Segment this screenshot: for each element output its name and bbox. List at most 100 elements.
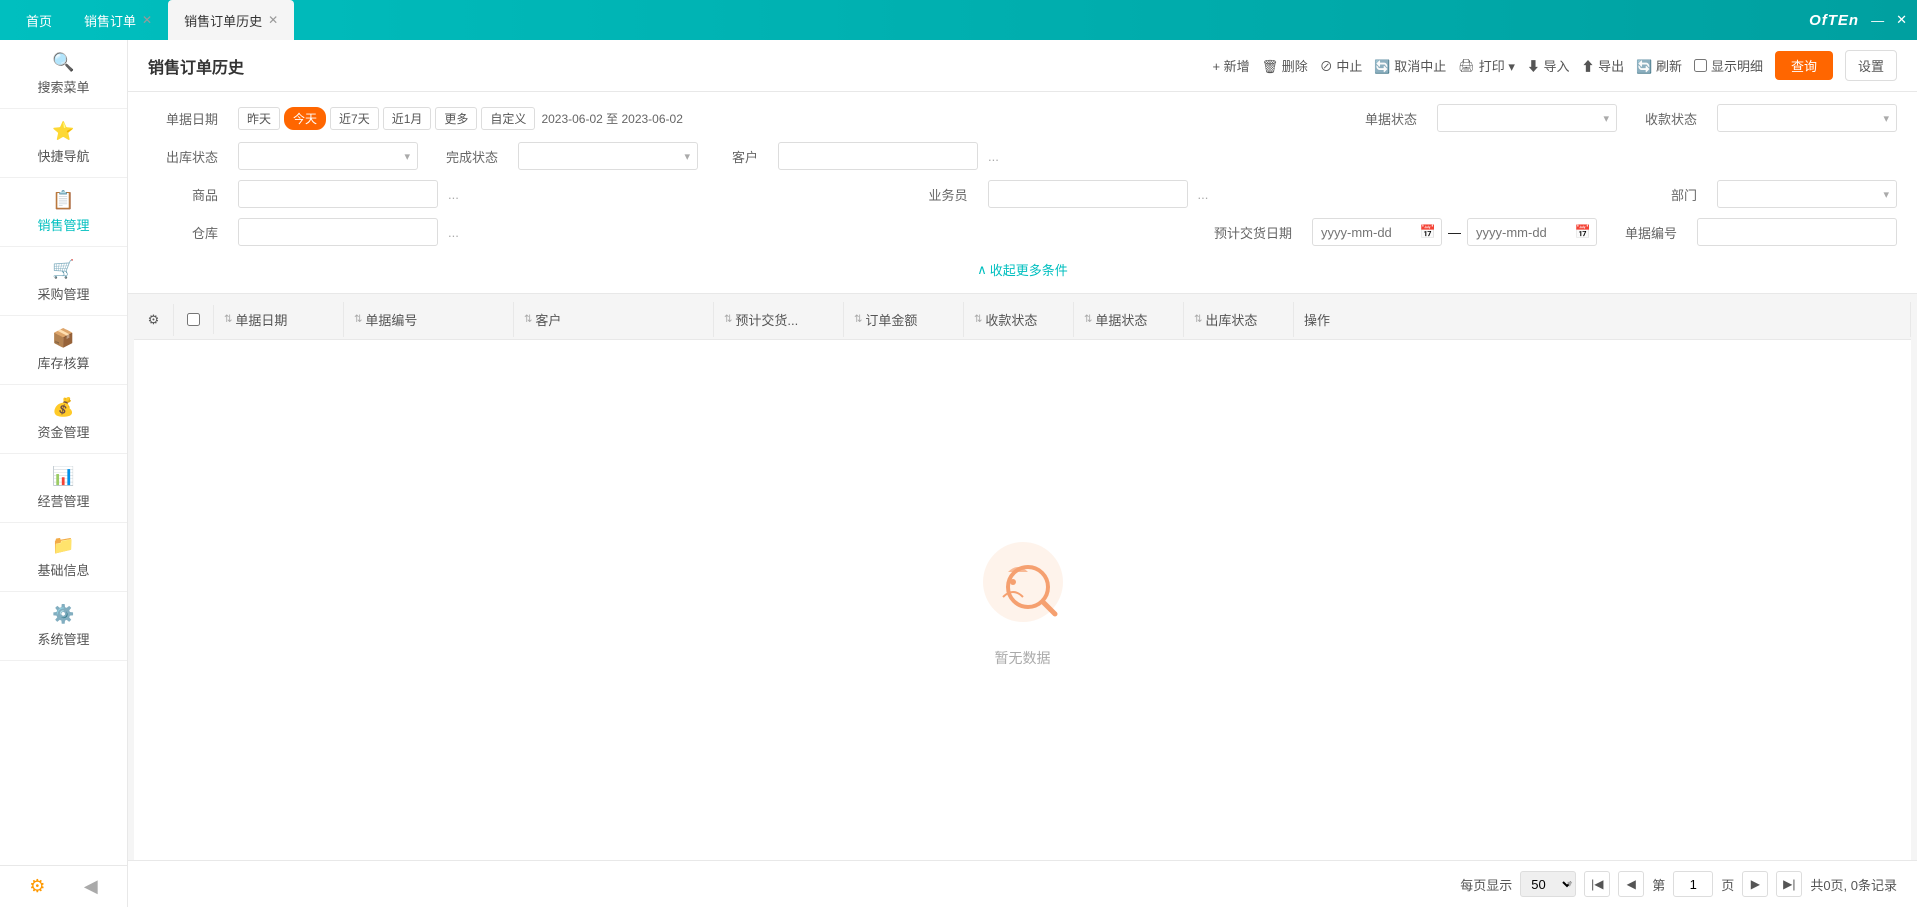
sidebar-item-purchase-mgmt[interactable]: 🛒 采购管理 — [0, 247, 127, 316]
dept-label: 部门 — [1657, 185, 1697, 204]
th-check[interactable] — [174, 305, 214, 334]
salesperson-input[interactable] — [988, 180, 1188, 208]
stop-button[interactable]: ⊘ 中止 — [1320, 56, 1363, 75]
sidebar-settings-icon[interactable]: ⚙ — [29, 876, 45, 897]
tab-home[interactable]: 首页 — [10, 0, 68, 40]
main-layout: 🔍 搜索菜单 ⭐ 快捷导航 📋 销售管理 🛒 采购管理 📦 库存核算 💰 资金管… — [0, 40, 1917, 907]
print-button[interactable]: 🖨 🖨 打印 打印 ▾ — [1458, 56, 1515, 75]
page-size-label: 每页显示 — [1460, 875, 1512, 894]
tab-sales-order[interactable]: 销售订单 ✕ — [68, 0, 168, 40]
collapse-btn[interactable]: ∧ 收起更多条件 — [977, 260, 1068, 279]
page-first-btn[interactable]: |◀ — [1584, 871, 1610, 897]
collapse-label: 收起更多条件 — [990, 260, 1068, 279]
th-date: ⇅ 单据日期 — [214, 302, 344, 337]
delivery-date-range: 📅 — 📅 — [1312, 218, 1597, 246]
order-status-select[interactable] — [1437, 104, 1617, 132]
warehouse-more-btn[interactable]: ... — [444, 225, 463, 240]
sidebar-bottom: ⚙ ◀ — [0, 865, 127, 907]
sidebar: 🔍 搜索菜单 ⭐ 快捷导航 📋 销售管理 🛒 采购管理 📦 库存核算 💰 资金管… — [0, 40, 128, 907]
date-more-btn[interactable]: 更多 — [435, 107, 477, 130]
dept-select[interactable] — [1717, 180, 1897, 208]
page-next-btn[interactable]: ▶ — [1742, 871, 1768, 897]
export-button[interactable]: ⬆ 导出 — [1582, 56, 1625, 75]
settings-button[interactable]: 设置 — [1845, 50, 1897, 81]
window-minimize[interactable]: — — [1871, 13, 1884, 28]
page-prev-btn[interactable]: ◀ — [1618, 871, 1644, 897]
sidebar-item-inventory-calc[interactable]: 📦 库存核算 — [0, 316, 127, 385]
salesperson-more-btn[interactable]: ... — [1194, 187, 1213, 202]
date-last7-btn[interactable]: 近7天 — [330, 107, 379, 130]
sort-icon-outstatus[interactable]: ⇅ — [1194, 314, 1202, 325]
cancel-stop-button[interactable]: 🔄 取消中止 — [1374, 56, 1446, 75]
tab-sales-history-close[interactable]: ✕ — [268, 13, 278, 27]
empty-text: 暂无数据 — [995, 648, 1051, 668]
sort-icon-delivery[interactable]: ⇅ — [724, 314, 732, 325]
page-unit: 页 — [1721, 875, 1734, 894]
delivery-start-wrap: 📅 — [1312, 218, 1442, 246]
sidebar-item-finance-mgmt[interactable]: 💰 资金管理 — [0, 385, 127, 454]
page-header: 销售订单历史 + 新增 🗑 删除 ⊘ 中止 🔄 取消中止 🖨 🖨 打印 打印 ▾… — [128, 40, 1917, 92]
empty-illustration — [973, 532, 1073, 632]
sidebar-item-search-menu[interactable]: 🔍 搜索菜单 — [0, 40, 127, 109]
new-button[interactable]: + 新增 — [1212, 56, 1249, 75]
import-button[interactable]: ⬇ 导入 — [1527, 56, 1570, 75]
th-num-label: 单据编号 — [365, 310, 417, 329]
delivery-start-input[interactable] — [1312, 218, 1442, 246]
sidebar-item-sales-mgmt[interactable]: 📋 销售管理 — [0, 178, 127, 247]
total-label: 共0页, 0条记录 — [1810, 875, 1897, 894]
tab-sales-history[interactable]: 销售订单历史 ✕ — [168, 0, 294, 40]
th-gear[interactable]: ⚙ — [134, 304, 174, 336]
sort-icon-payment[interactable]: ⇅ — [974, 314, 982, 325]
dept-wrapper: ▾ — [1717, 180, 1897, 208]
sidebar-item-ops-mgmt[interactable]: 📊 经营管理 — [0, 454, 127, 523]
refresh-button[interactable]: 🔄 刷新 — [1636, 56, 1682, 75]
sidebar-collapse-icon[interactable]: ◀ — [84, 876, 98, 897]
date-today-btn[interactable]: 今天 — [284, 107, 326, 130]
sort-icon-amount[interactable]: ⇅ — [854, 314, 862, 325]
customer-more-btn[interactable]: ... — [984, 149, 1003, 164]
page-num-input[interactable] — [1673, 871, 1713, 897]
payment-status-select[interactable] — [1717, 104, 1897, 132]
date-custom-btn[interactable]: 自定义 — [481, 107, 535, 130]
inventory-calc-icon: 📦 — [52, 328, 74, 349]
delivery-end-input[interactable] — [1467, 218, 1597, 246]
toolbar: + 新增 🗑 删除 ⊘ 中止 🔄 取消中止 🖨 🖨 打印 打印 ▾ ⬇ 导入 ⬆… — [1212, 50, 1897, 81]
query-button[interactable]: 查询 — [1775, 51, 1833, 80]
date-yesterday-btn[interactable]: 昨天 — [238, 107, 280, 130]
collapse-row: ∧ 收起更多条件 — [148, 256, 1897, 281]
sort-icon-num[interactable]: ⇅ — [354, 314, 362, 325]
sort-icon-customer[interactable]: ⇅ — [524, 314, 532, 325]
sidebar-item-quick-nav[interactable]: ⭐ 快捷导航 — [0, 109, 127, 178]
date-separator: — — [1448, 225, 1461, 240]
tab-sales-order-close[interactable]: ✕ — [142, 13, 152, 27]
goods-input[interactable] — [238, 180, 438, 208]
goods-more-btn[interactable]: ... — [444, 187, 463, 202]
delete-button[interactable]: 🗑 删除 — [1262, 56, 1308, 75]
empty-state: 暂无数据 — [134, 340, 1911, 860]
sort-icon-date[interactable]: ⇅ — [224, 314, 232, 325]
sidebar-item-sys-mgmt[interactable]: ⚙️ 系统管理 — [0, 592, 127, 661]
th-outstatus: ⇅ 出库状态 — [1184, 302, 1294, 337]
show-detail-checkbox[interactable]: 显示明细 — [1694, 56, 1763, 75]
show-detail-input[interactable] — [1694, 59, 1707, 72]
th-status: ⇅ 单据状态 — [1074, 302, 1184, 337]
complete-status-label: 完成状态 — [438, 147, 498, 166]
window-close[interactable]: ✕ — [1896, 12, 1907, 28]
sort-icon-status[interactable]: ⇅ — [1084, 314, 1092, 325]
sidebar-item-basic-info[interactable]: 📁 基础信息 — [0, 523, 127, 592]
search-menu-icon: 🔍 — [52, 52, 74, 73]
page-last-btn[interactable]: ▶| — [1776, 871, 1802, 897]
date-last1m-btn[interactable]: 近1月 — [383, 107, 432, 130]
warehouse-input[interactable] — [238, 218, 438, 246]
check-all-input[interactable] — [187, 313, 200, 326]
payment-status-label: 收款状态 — [1637, 109, 1697, 128]
customer-input[interactable] — [778, 142, 978, 170]
salesperson-label: 业务员 — [908, 185, 968, 204]
page-size-select[interactable]: 10 20 50 100 — [1520, 871, 1576, 897]
order-num-input[interactable] — [1697, 218, 1897, 246]
filter-row-1: 单据日期 昨天 今天 近7天 近1月 更多 自定义 2023-06-02 至 2… — [148, 104, 1897, 132]
complete-status-select[interactable] — [518, 142, 698, 170]
sidebar-item-ops-mgmt-label: 经营管理 — [37, 491, 89, 510]
gear-icon: ⚙ — [148, 312, 160, 328]
out-status-select[interactable] — [238, 142, 418, 170]
